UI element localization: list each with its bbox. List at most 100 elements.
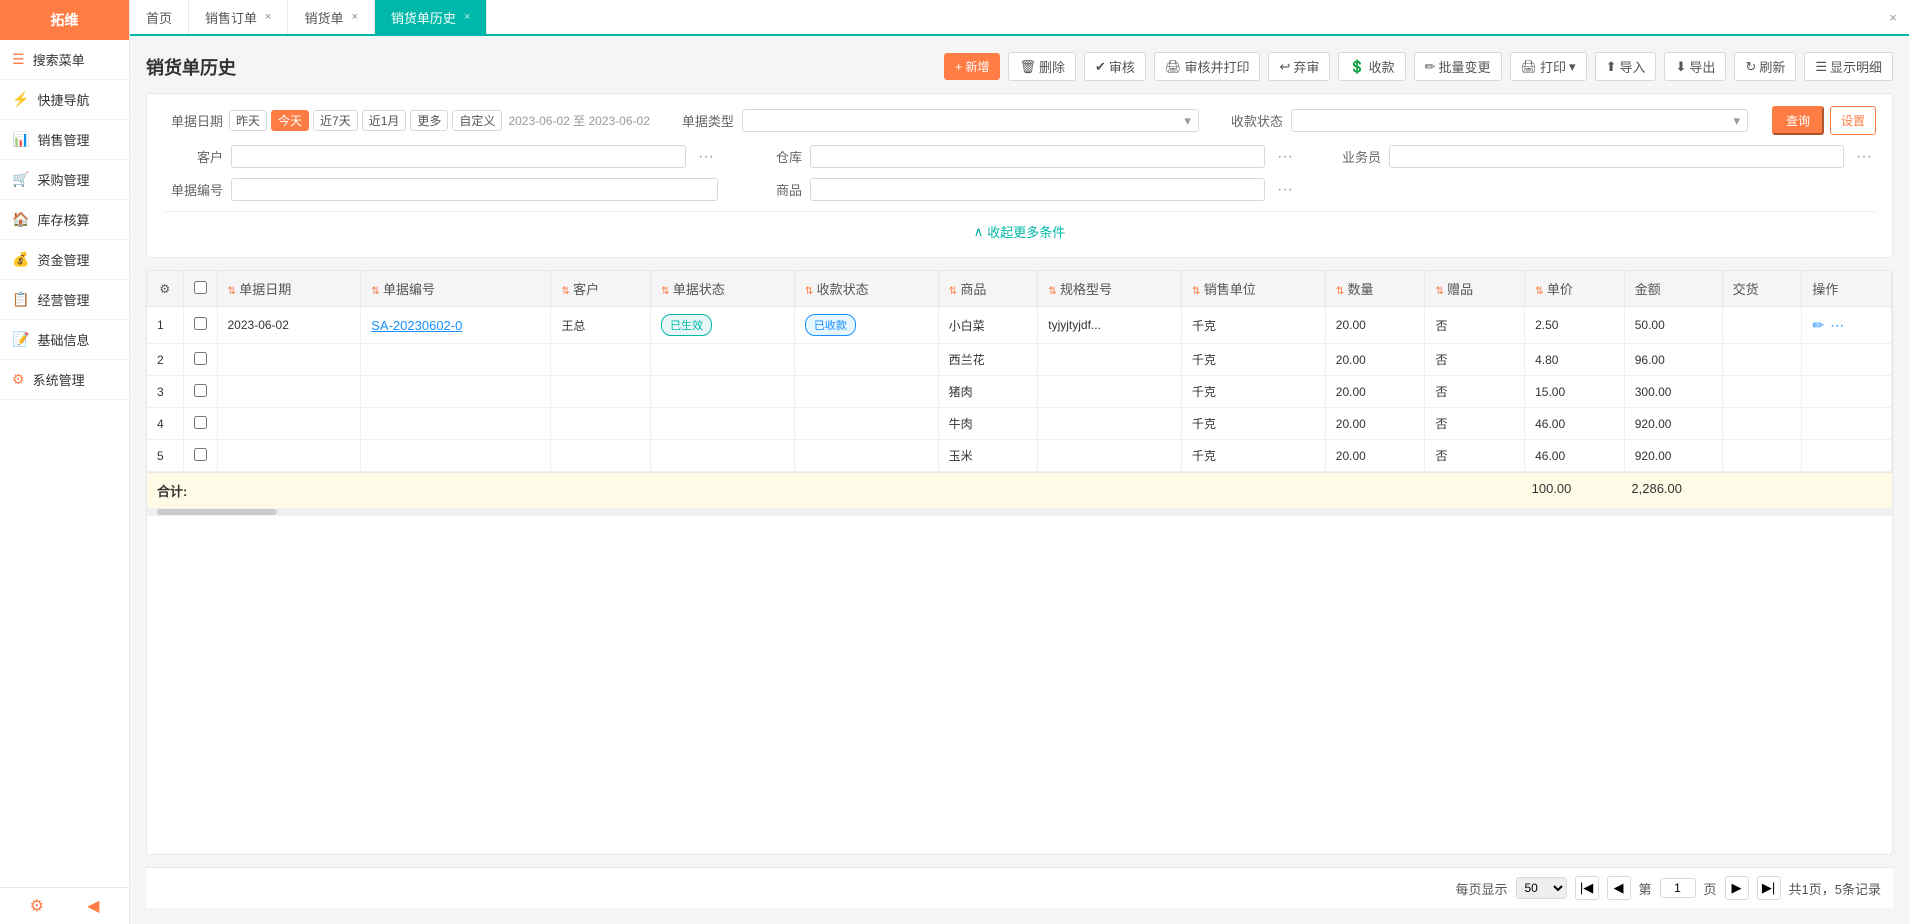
- select-all-checkbox[interactable]: [194, 281, 207, 294]
- sidebar-collapse-icon[interactable]: ◀: [87, 896, 99, 916]
- salesperson-more-icon[interactable]: ···: [1852, 148, 1876, 166]
- cell-rowno: 3: [147, 376, 183, 408]
- sidebar-item-label: 库存核算: [37, 210, 89, 229]
- col-unit[interactable]: ⇅ 销售单位: [1182, 271, 1326, 307]
- table-footer: 合计: 100.00 2,286.00: [147, 472, 1892, 508]
- tab-sales-goods-close[interactable]: ×: [351, 11, 357, 23]
- last-page-button[interactable]: ▶|: [1757, 876, 1781, 900]
- collect-status-label: 收款状态: [1223, 111, 1283, 130]
- sidebar-item-sales-mgmt[interactable]: 📊 销售管理: [0, 120, 129, 160]
- doc-no-link[interactable]: SA-20230602-0: [371, 318, 462, 333]
- col-goods[interactable]: ⇅ 商品: [938, 271, 1038, 307]
- salesperson-filter-label: 业务员: [1321, 147, 1381, 166]
- salesperson-input[interactable]: [1389, 145, 1844, 168]
- sidebar-item-finance[interactable]: 💰 资金管理: [0, 240, 129, 280]
- collapse-button[interactable]: ∧ 收起更多条件: [163, 218, 1876, 245]
- review-button[interactable]: ✔ 审核: [1084, 52, 1146, 81]
- sidebar-item-quick-nav[interactable]: ⚡ 快捷导航: [0, 80, 129, 120]
- col-gift[interactable]: ⇅ 赠品: [1425, 271, 1525, 307]
- row-checkbox[interactable]: [194, 448, 207, 461]
- tab-sales-order[interactable]: 销售订单 ×: [189, 0, 288, 34]
- sidebar-item-operations[interactable]: 📋 经营管理: [0, 280, 129, 320]
- customer-input[interactable]: [231, 145, 686, 168]
- abandon-button[interactable]: ↩ 弃审: [1268, 52, 1330, 81]
- tab-home[interactable]: 首页: [130, 0, 189, 34]
- row-checkbox[interactable]: [194, 384, 207, 397]
- sidebar-item-label: 销售管理: [37, 130, 89, 149]
- shortcut-custom[interactable]: 自定义: [452, 110, 502, 131]
- batch-change-button[interactable]: ✏ 批量变更: [1414, 52, 1502, 81]
- filter-row-3: 单据编号 商品 ···: [163, 178, 1876, 201]
- next-page-button[interactable]: ▶: [1725, 876, 1749, 900]
- scrollbar-thumb[interactable]: [157, 509, 277, 515]
- col-spec[interactable]: ⇅ 规格型号: [1038, 271, 1182, 307]
- tab-sales-goods[interactable]: 销货单 ×: [288, 0, 374, 34]
- refresh-button[interactable]: ↻ 刷新: [1734, 52, 1796, 81]
- customer-more-icon[interactable]: ···: [694, 148, 718, 166]
- horizontal-scrollbar[interactable]: [147, 508, 1892, 516]
- import-button[interactable]: ⬆ 导入: [1595, 52, 1657, 81]
- tab-sales-history-close[interactable]: ×: [464, 11, 470, 23]
- shortcut-7days[interactable]: 近7天: [313, 110, 358, 131]
- tab-sales-history[interactable]: 销货单历史 ×: [375, 0, 487, 34]
- export-button[interactable]: ⬇ 导出: [1664, 52, 1726, 81]
- sidebar-item-search-menu[interactable]: ☰ 搜索菜单: [0, 40, 129, 80]
- edit-icon[interactable]: ✏: [1812, 317, 1824, 334]
- delete-button[interactable]: 🗑 删除: [1008, 52, 1076, 81]
- col-price[interactable]: ⇅ 单价: [1525, 271, 1625, 307]
- col-doc-status[interactable]: ⇅ 单据状态: [651, 271, 795, 307]
- docno-input[interactable]: [231, 178, 718, 201]
- cell-customer: [551, 440, 651, 472]
- warehouse-more-icon[interactable]: ···: [1273, 148, 1297, 166]
- cell-customer: [551, 344, 651, 376]
- search-menu-icon: ☰: [12, 51, 25, 68]
- shortcut-more[interactable]: 更多: [410, 110, 448, 131]
- collect-status-select[interactable]: [1291, 109, 1748, 132]
- row-checkbox[interactable]: [194, 352, 207, 365]
- review-print-button[interactable]: 🖨 审核并打印: [1154, 52, 1261, 81]
- query-button[interactable]: 查询: [1772, 106, 1824, 135]
- sidebar-item-purchase-mgmt[interactable]: 🛒 采购管理: [0, 160, 129, 200]
- doc-type-select[interactable]: [742, 109, 1199, 132]
- cell-unit: 千克: [1182, 307, 1326, 344]
- more-icon[interactable]: ⋯: [1830, 317, 1844, 334]
- cell-price: 4.80: [1525, 344, 1625, 376]
- shortcut-yesterday[interactable]: 昨天: [229, 110, 267, 131]
- page-size-select[interactable]: 50 20 100: [1516, 877, 1567, 899]
- shortcut-1month[interactable]: 近1月: [362, 110, 407, 131]
- close-all-tabs[interactable]: ×: [1877, 0, 1909, 34]
- page-number-input[interactable]: 1: [1660, 878, 1696, 898]
- col-collect-status[interactable]: ⇅ 收款状态: [794, 271, 938, 307]
- sidebar-item-inventory[interactable]: 🏠 库存核算: [0, 200, 129, 240]
- col-doc-date[interactable]: ⇅ 单据日期: [217, 271, 361, 307]
- settings-button[interactable]: 设置: [1830, 106, 1876, 135]
- print-button[interactable]: 🖨 打印 ▾: [1510, 52, 1587, 81]
- col-customer[interactable]: ⇅ 客户: [551, 271, 651, 307]
- tab-sales-history-label: 销货单历史: [391, 8, 456, 27]
- cell-doc-status: [651, 344, 795, 376]
- date-shortcuts: 昨天 今天 近7天 近1月 更多 自定义: [229, 110, 502, 131]
- row-checkbox[interactable]: [194, 416, 207, 429]
- goods-input[interactable]: [810, 178, 1265, 201]
- new-button[interactable]: + 新增: [944, 53, 1000, 80]
- sidebar-item-basic-info[interactable]: 📝 基础信息: [0, 320, 129, 360]
- sidebar-item-sys-mgmt[interactable]: ⚙ 系统管理: [0, 360, 129, 400]
- prev-page-button[interactable]: ◀: [1607, 876, 1631, 900]
- goods-more-icon[interactable]: ···: [1273, 181, 1297, 199]
- query-buttons: 查询 设置: [1772, 106, 1876, 135]
- col-doc-no[interactable]: ⇅ 单据编号: [361, 271, 551, 307]
- col-settings[interactable]: ⚙: [147, 271, 183, 307]
- tab-sales-order-close[interactable]: ×: [265, 11, 271, 23]
- collect-button[interactable]: 💲 收款: [1338, 52, 1405, 81]
- col-checkbox[interactable]: [183, 271, 217, 307]
- show-detail-button[interactable]: ☰ 显示明细: [1804, 52, 1893, 81]
- shortcut-today[interactable]: 今天: [271, 110, 309, 131]
- col-qty[interactable]: ⇅ 数量: [1325, 271, 1425, 307]
- sidebar-settings-icon[interactable]: ⚙: [30, 896, 44, 916]
- first-page-button[interactable]: |◀: [1575, 876, 1599, 900]
- table-row: 2西兰花千克20.00否4.8096.00: [147, 344, 1892, 376]
- row-checkbox[interactable]: [194, 317, 207, 330]
- total-label: 合计:: [157, 481, 237, 500]
- warehouse-input[interactable]: [810, 145, 1265, 168]
- delete-icon: 🗑: [1019, 59, 1036, 75]
